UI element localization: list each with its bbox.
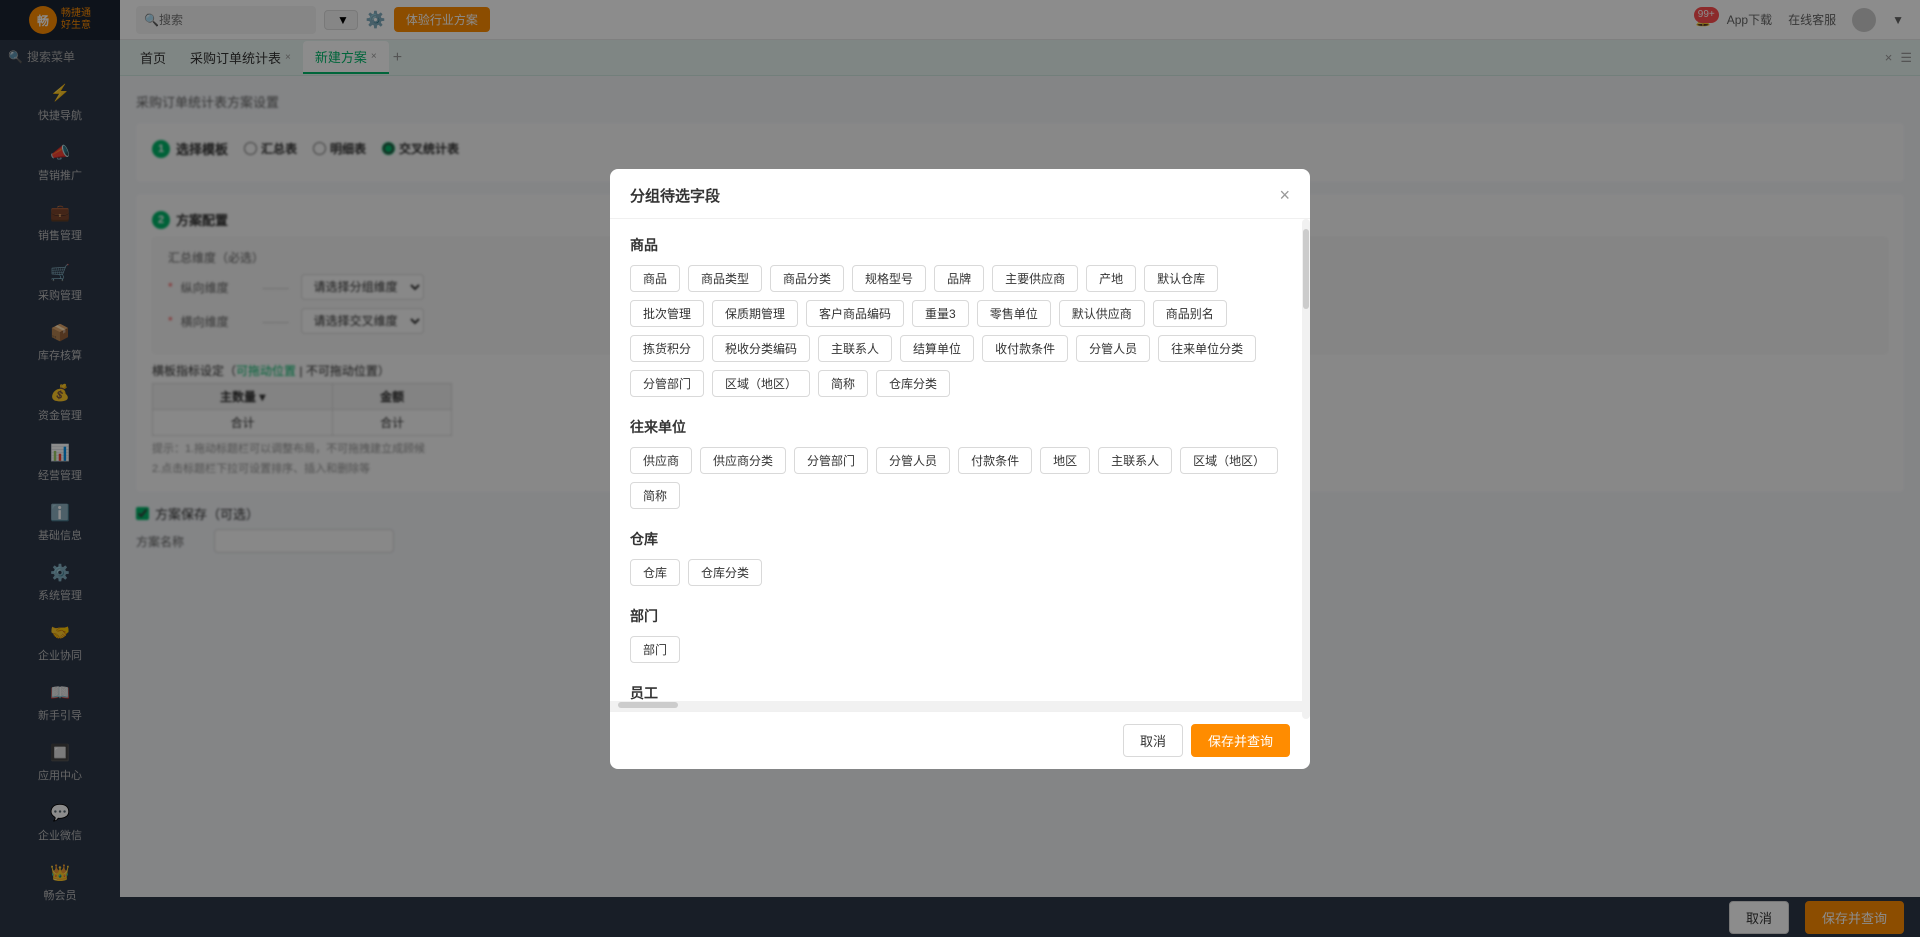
field-tag[interactable]: 结算单位 xyxy=(900,335,974,362)
field-tag[interactable]: 默认供应商 xyxy=(1059,300,1145,327)
modal-dialog: 分组待选字段 × 商品 商品 商品类型 商品分类 规格型号 品牌 主要供应商 产… xyxy=(610,169,1310,769)
field-group-staff: 员工 业务员 xyxy=(630,683,1290,702)
field-tag[interactable]: 仓库 xyxy=(630,559,680,586)
field-tag[interactable]: 商品别名 xyxy=(1153,300,1227,327)
field-tag[interactable]: 重量3 xyxy=(912,300,969,327)
field-tag[interactable]: 供应商分类 xyxy=(700,447,786,474)
field-tag[interactable]: 供应商 xyxy=(630,447,692,474)
field-tag[interactable]: 收付款条件 xyxy=(982,335,1068,362)
modal-header: 分组待选字段 × xyxy=(610,169,1310,219)
field-tag[interactable]: 区域（地区） xyxy=(1180,447,1278,474)
field-tag[interactable]: 往来单位分类 xyxy=(1158,335,1256,362)
modal-overlay: 分组待选字段 × 商品 商品 商品类型 商品分类 规格型号 品牌 主要供应商 产… xyxy=(0,0,1920,937)
dept-field-tags: 部门 xyxy=(630,636,1290,663)
field-tag[interactable]: 简称 xyxy=(818,370,868,397)
field-tag[interactable]: 部门 xyxy=(630,636,680,663)
field-tag[interactable]: 产地 xyxy=(1086,265,1136,292)
field-tag[interactable]: 简称 xyxy=(630,482,680,509)
field-tag[interactable]: 区域（地区） xyxy=(712,370,810,397)
field-tag[interactable]: 付款条件 xyxy=(958,447,1032,474)
modal-footer: 取消 保存并查询 xyxy=(610,711,1310,769)
field-tag[interactable]: 商品 xyxy=(630,265,680,292)
field-tag[interactable]: 分管人员 xyxy=(876,447,950,474)
field-tag[interactable]: 保质期管理 xyxy=(712,300,798,327)
field-tag[interactable]: 税收分类编码 xyxy=(712,335,810,362)
warehouse-field-tags: 仓库 仓库分类 xyxy=(630,559,1290,586)
field-tag[interactable]: 批次管理 xyxy=(630,300,704,327)
field-group-warehouse: 仓库 仓库 仓库分类 xyxy=(630,529,1290,586)
field-group-partner-title: 往来单位 xyxy=(630,417,1290,437)
field-tag[interactable]: 零售单位 xyxy=(977,300,1051,327)
field-tag[interactable]: 默认仓库 xyxy=(1144,265,1218,292)
partner-field-tags: 供应商 供应商分类 分管部门 分管人员 付款条件 地区 主联系人 区域（地区） … xyxy=(630,447,1290,509)
field-tag[interactable]: 商品类型 xyxy=(688,265,762,292)
field-tag[interactable]: 仓库分类 xyxy=(688,559,762,586)
field-tag[interactable]: 品牌 xyxy=(934,265,984,292)
field-tag[interactable]: 主联系人 xyxy=(1098,447,1172,474)
cancel-button[interactable]: 取消 xyxy=(1123,724,1183,757)
field-group-warehouse-title: 仓库 xyxy=(630,529,1290,549)
field-group-product: 商品 商品 商品类型 商品分类 规格型号 品牌 主要供应商 产地 默认仓库 批次… xyxy=(630,235,1290,397)
product-field-tags: 商品 商品类型 商品分类 规格型号 品牌 主要供应商 产地 默认仓库 批次管理 … xyxy=(630,265,1290,397)
field-tag[interactable]: 分管人员 xyxy=(1076,335,1150,362)
field-tag[interactable]: 分管部门 xyxy=(630,370,704,397)
modal-close-button[interactable]: × xyxy=(1279,185,1290,206)
horizontal-scrollbar xyxy=(610,702,1310,711)
field-tag[interactable]: 地区 xyxy=(1040,447,1090,474)
field-group-dept: 部门 部门 xyxy=(630,606,1290,663)
modal-title: 分组待选字段 xyxy=(630,185,720,206)
scrollbar-thumb[interactable] xyxy=(1303,229,1309,309)
field-tag[interactable]: 规格型号 xyxy=(852,265,926,292)
field-tag[interactable]: 拣货积分 xyxy=(630,335,704,362)
field-group-dept-title: 部门 xyxy=(630,606,1290,626)
field-group-staff-title: 员工 xyxy=(630,683,1290,702)
modal-body: 商品 商品 商品类型 商品分类 规格型号 品牌 主要供应商 产地 默认仓库 批次… xyxy=(610,219,1310,702)
field-tag[interactable]: 商品分类 xyxy=(770,265,844,292)
save-query-button[interactable]: 保存并查询 xyxy=(1191,724,1290,757)
field-group-partner: 往来单位 供应商 供应商分类 分管部门 分管人员 付款条件 地区 主联系人 区域… xyxy=(630,417,1290,509)
field-tag[interactable]: 分管部门 xyxy=(794,447,868,474)
h-scrollbar-thumb[interactable] xyxy=(618,702,678,708)
field-tag[interactable]: 客户商品编码 xyxy=(806,300,904,327)
field-tag[interactable]: 主要供应商 xyxy=(992,265,1078,292)
field-tag[interactable]: 主联系人 xyxy=(818,335,892,362)
field-group-product-title: 商品 xyxy=(630,235,1290,255)
field-tag[interactable]: 仓库分类 xyxy=(876,370,950,397)
